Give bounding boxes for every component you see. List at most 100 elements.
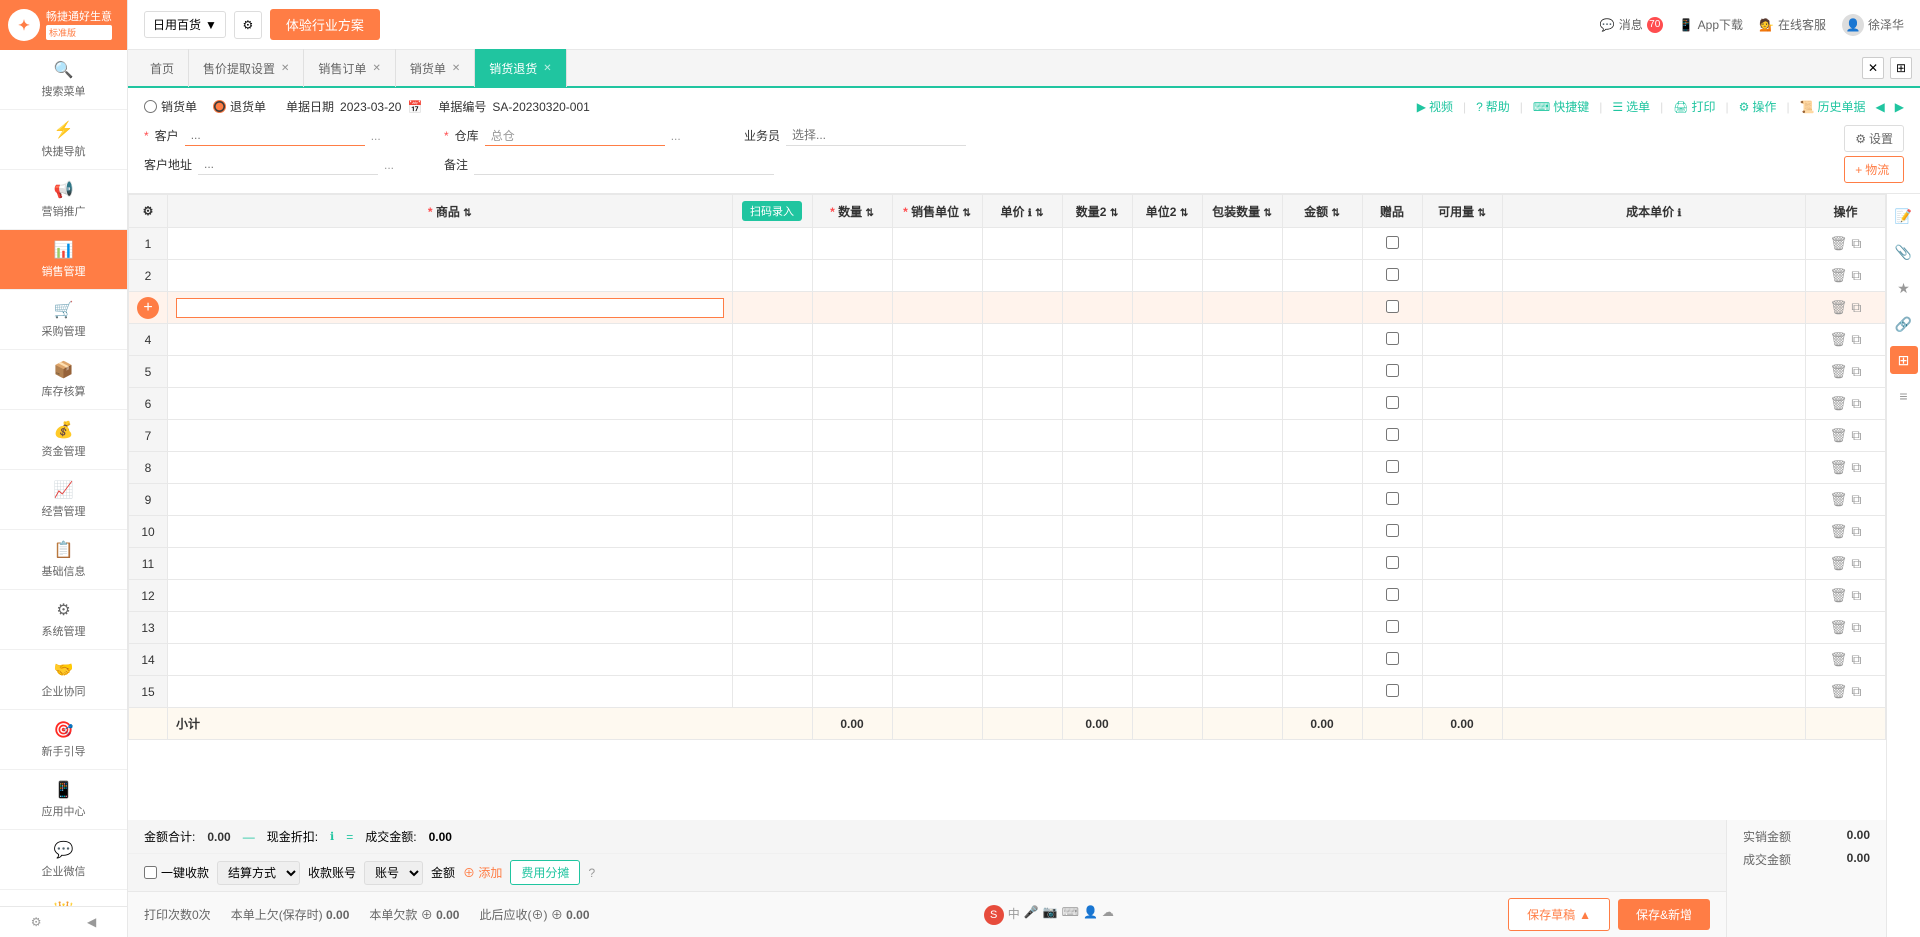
cell-available[interactable] xyxy=(1422,484,1502,516)
cell-available[interactable] xyxy=(1422,260,1502,292)
copy-row-button[interactable]: ⧉ xyxy=(1849,235,1863,252)
sidebar-item-search[interactable]: 🔍 搜索菜单 xyxy=(0,50,127,110)
calc-method-select[interactable]: 结算方式 xyxy=(217,861,300,885)
cell-available[interactable] xyxy=(1422,356,1502,388)
expense-help-icon[interactable]: ? xyxy=(588,866,595,880)
salesperson-input[interactable] xyxy=(786,125,966,146)
cell-quantity[interactable] xyxy=(812,676,892,708)
gift-checkbox[interactable] xyxy=(1386,396,1399,409)
tab-close-all-button[interactable]: ✕ xyxy=(1862,57,1884,79)
cell-package-qty[interactable] xyxy=(1202,516,1282,548)
cell-amount[interactable] xyxy=(1282,260,1362,292)
sidebar-item-wechat[interactable]: 💬 企业微信 xyxy=(0,830,127,890)
sidebar-item-basic[interactable]: 📋 基础信息 xyxy=(0,530,127,590)
delete-row-button[interactable]: 🗑 xyxy=(1828,683,1850,700)
sidebar-item-sales[interactable]: 📊 销售管理 xyxy=(0,230,127,290)
cell-package-qty[interactable] xyxy=(1202,644,1282,676)
sort-icon-product[interactable]: ⇅ xyxy=(463,208,471,219)
cell-quantity2[interactable] xyxy=(1062,356,1132,388)
sales-bill-radio-input[interactable] xyxy=(144,100,157,113)
cell-quantity[interactable] xyxy=(812,292,892,324)
info-icon-unit-price[interactable]: ℹ xyxy=(1028,208,1032,219)
tab-sales-order-close-icon[interactable]: ✕ xyxy=(372,63,380,74)
message-button[interactable]: 💬 消息 70 xyxy=(1600,16,1663,33)
right-panel-star-icon[interactable]: ★ xyxy=(1890,274,1918,302)
cell-unit2[interactable] xyxy=(1132,516,1202,548)
video-help-button[interactable]: ▶ 视频 xyxy=(1417,98,1453,115)
cell-sales-unit[interactable] xyxy=(892,356,982,388)
cell-unit-price[interactable] xyxy=(982,452,1062,484)
right-panel-table-icon[interactable]: ⊞ xyxy=(1890,346,1918,374)
cell-sales-unit[interactable] xyxy=(892,612,982,644)
sidebar-item-shortcut[interactable]: ⚡ 快捷导航 xyxy=(0,110,127,170)
warehouse-input[interactable] xyxy=(485,125,665,146)
gift-checkbox[interactable] xyxy=(1386,684,1399,697)
cell-package-qty[interactable] xyxy=(1202,356,1282,388)
cell-unit2[interactable] xyxy=(1132,324,1202,356)
sidebar-item-finance[interactable]: 💰 资金管理 xyxy=(0,410,127,470)
info-icon-discount[interactable]: ℹ xyxy=(330,830,334,843)
cell-product[interactable] xyxy=(168,324,733,356)
sort-icon-unit-price[interactable]: ⇅ xyxy=(1035,208,1043,219)
info-icon-cost-price[interactable]: ℹ xyxy=(1678,208,1682,219)
gift-checkbox[interactable] xyxy=(1386,524,1399,537)
select-button[interactable]: ☰ 选单 xyxy=(1612,98,1650,115)
cell-cost-price[interactable] xyxy=(1502,324,1806,356)
cell-amount[interactable] xyxy=(1282,452,1362,484)
right-panel-link-icon[interactable]: 🔗 xyxy=(1890,310,1918,338)
address-dots[interactable]: ... xyxy=(384,158,394,172)
cell-quantity[interactable] xyxy=(812,388,892,420)
tab-price-setting[interactable]: 售价提取设置 ✕ xyxy=(189,49,304,87)
gift-checkbox[interactable] xyxy=(1386,492,1399,505)
delete-row-button[interactable]: 🗑 xyxy=(1828,555,1850,572)
tab-sales-close-icon[interactable]: ✕ xyxy=(452,63,460,74)
experience-button[interactable]: 体验行业方案 xyxy=(270,9,380,40)
user-profile[interactable]: 👤 徐泽华 xyxy=(1842,14,1904,36)
cell-amount[interactable] xyxy=(1282,484,1362,516)
zh-icon[interactable]: 中 xyxy=(1008,905,1020,925)
delete-row-button[interactable]: 🗑 xyxy=(1828,267,1850,284)
cell-available[interactable] xyxy=(1422,676,1502,708)
cell-cost-price[interactable] xyxy=(1502,580,1806,612)
cell-amount[interactable] xyxy=(1282,324,1362,356)
cell-unit-price[interactable] xyxy=(982,356,1062,388)
cell-product[interactable] xyxy=(168,516,733,548)
cell-gift[interactable] xyxy=(1362,420,1422,452)
cell-unit-price[interactable] xyxy=(982,516,1062,548)
sort-icon-available[interactable]: ⇅ xyxy=(1477,208,1485,219)
return-bill-radio[interactable]: 退货单 xyxy=(213,98,266,115)
cell-cost-price[interactable] xyxy=(1502,516,1806,548)
cell-quantity2[interactable] xyxy=(1062,548,1132,580)
gift-checkbox[interactable] xyxy=(1386,460,1399,473)
cell-cost-price[interactable] xyxy=(1502,292,1806,324)
cell-sales-unit[interactable] xyxy=(892,516,982,548)
cell-product[interactable] xyxy=(168,260,733,292)
cell-package-qty[interactable] xyxy=(1202,612,1282,644)
cell-available[interactable] xyxy=(1422,452,1502,484)
cell-package-qty[interactable] xyxy=(1202,452,1282,484)
cell-product[interactable] xyxy=(168,644,733,676)
delete-row-button[interactable]: 🗑 xyxy=(1828,363,1850,380)
cell-cost-price[interactable] xyxy=(1502,260,1806,292)
sort-icon-quantity[interactable]: ⇅ xyxy=(865,208,873,219)
sort-icon-package[interactable]: ⇅ xyxy=(1263,208,1271,219)
tab-sales[interactable]: 销货单 ✕ xyxy=(396,49,475,87)
sales-bill-radio[interactable]: 销货单 xyxy=(144,98,197,115)
help-button[interactable]: ? 帮助 xyxy=(1476,98,1510,115)
gift-checkbox[interactable] xyxy=(1386,332,1399,345)
delete-row-button[interactable]: 🗑 xyxy=(1828,523,1850,540)
next-record-icon[interactable]: ▶ xyxy=(1895,100,1904,114)
copy-row-button[interactable]: ⧉ xyxy=(1849,459,1863,476)
cell-package-qty[interactable] xyxy=(1202,420,1282,452)
customer-dots[interactable]: ... xyxy=(371,129,381,143)
gift-checkbox[interactable] xyxy=(1386,300,1399,313)
sidebar-item-newbie[interactable]: 🎯 新手引导 xyxy=(0,710,127,770)
cell-unit-price[interactable] xyxy=(982,548,1062,580)
gift-checkbox[interactable] xyxy=(1386,364,1399,377)
cell-unit2[interactable] xyxy=(1132,484,1202,516)
tab-sales-order[interactable]: 销售订单 ✕ xyxy=(304,49,395,87)
cell-amount[interactable] xyxy=(1282,644,1362,676)
copy-row-button[interactable]: ⧉ xyxy=(1849,523,1863,540)
sidebar-item-apps[interactable]: 📱 应用中心 xyxy=(0,770,127,830)
cell-product[interactable] xyxy=(168,676,733,708)
